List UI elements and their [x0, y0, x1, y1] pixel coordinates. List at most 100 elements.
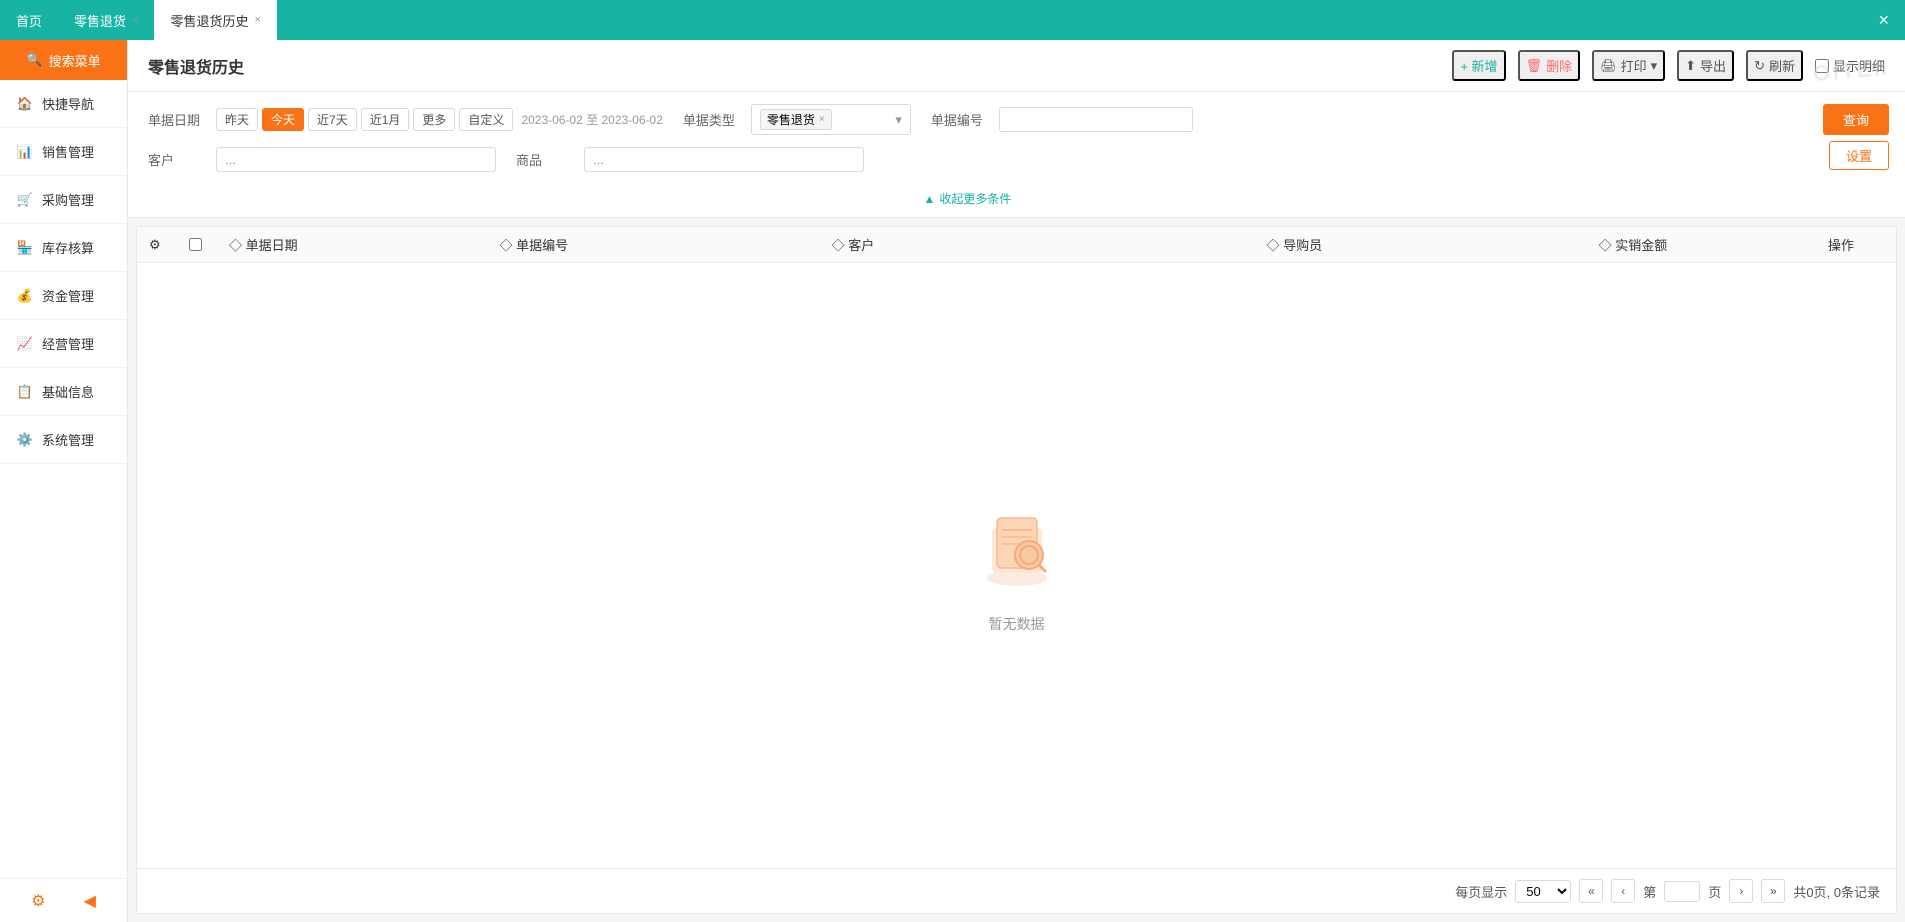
empty-state: 暂无数据 [137, 263, 1896, 868]
system-mgmt-icon: ⚙️ [16, 431, 34, 449]
operations-icon: 📈 [16, 335, 34, 353]
page-label: 页 [1708, 882, 1721, 901]
bill-no-label: 单据编号 [931, 110, 991, 129]
print-icon: 🖨 [1600, 58, 1617, 74]
new-button[interactable]: + 新增 [1452, 50, 1505, 81]
show-detail-label: 显示明细 [1815, 56, 1885, 75]
per-page-select[interactable]: 102050100 [1515, 880, 1571, 903]
sidebar-item-purchase-mgmt[interactable]: 🛒 采购管理 [0, 176, 127, 224]
sidebar-item-system-mgmt[interactable]: ⚙️ 系统管理 [0, 416, 127, 464]
query-button[interactable]: 查询 [1823, 104, 1889, 135]
show-detail-checkbox[interactable] [1815, 59, 1829, 73]
header-actions: + 新增 🗑 删除 🖨 打印 ▾ ⬆ 导出 ↻ 刷新 [1452, 50, 1885, 81]
collapse-icon: ▲ [924, 192, 936, 206]
main-layout: 🔍 搜索菜单 🏠快捷导航📊销售管理 🛒 采购管理 🏪库存核算💰资金管理 📈 经营管理 📋基础… [0, 40, 1905, 922]
sales-mgmt-icon: 📊 [16, 143, 34, 161]
tab-home[interactable]: 首页 [0, 0, 58, 40]
goods-label: 商品 [516, 150, 576, 169]
th-bill: ◇ 单据编号 [488, 235, 820, 254]
content-area: 零售退货历史 + 新增 🗑 删除 🖨 打印 ▾ ⬆ 导出 ↻ [128, 40, 1905, 922]
print-button[interactable]: 🖨 打印 ▾ [1592, 50, 1665, 81]
sidebar-item-sales-mgmt[interactable]: 📊销售管理 [0, 128, 127, 176]
last-page-btn[interactable]: » [1761, 879, 1785, 903]
purchase-mgmt-icon: 🛒 [16, 191, 34, 209]
column-settings-icon[interactable]: ⚙ [149, 237, 161, 253]
settings-bottom-icon[interactable]: ⚙ [31, 891, 45, 911]
bill-type-filter: 单据类型 零售退货 × ▾ [683, 104, 911, 135]
bill-no-input[interactable] [999, 107, 1193, 132]
bill-date-filter: 单据日期 昨天今天近7天近1月更多自定义 2023-06-02 至 2023-0… [148, 108, 663, 131]
sidebar-item-quick-nav[interactable]: 🏠快捷导航 [0, 80, 127, 128]
sidebar-item-operations[interactable]: 📈 经营管理 [0, 320, 127, 368]
th-settings: ⚙ [137, 237, 177, 253]
tab-retail-return[interactable]: 零售退货× [58, 0, 154, 40]
date-btn-自定义[interactable]: 自定义 [459, 108, 513, 131]
tab-close-retail-return[interactable]: × [132, 14, 138, 26]
th-date-label: ◇ 单据日期 [229, 235, 298, 254]
customer-select[interactable]: ... [216, 147, 496, 172]
current-page-input[interactable]: 1 [1664, 881, 1700, 902]
prev-page-btn[interactable]: ‹ [1611, 879, 1635, 903]
refresh-icon: ↻ [1754, 58, 1765, 74]
bill-type-tag-close[interactable]: × [819, 114, 825, 125]
bill-no-filter: 单据编号 [931, 107, 1193, 132]
sidebar-item-finance[interactable]: 💰资金管理 [0, 272, 127, 320]
sidebar-item-label: 经营管理 [42, 334, 94, 353]
customer-label: 客户 [148, 150, 208, 169]
window-close-btn[interactable]: × [1862, 10, 1905, 31]
date-btns: 昨天今天近7天近1月更多自定义 [216, 108, 513, 131]
per-page-label: 每页显示 [1455, 882, 1507, 901]
th-amount: ◇ 实销金额 [1587, 235, 1816, 254]
sidebar: 🔍 搜索菜单 🏠快捷导航📊销售管理 🛒 采购管理 🏪库存核算💰资金管理 📈 经营管理 📋基础… [0, 40, 128, 922]
pagination: 每页显示 102050100 « ‹ 第 1 页 › » 共0页, 0条记录 [137, 868, 1896, 913]
page-title: 零售退货历史 [148, 54, 244, 78]
date-btn-近1月[interactable]: 近1月 [361, 108, 410, 131]
sidebar-item-label: 库存核算 [42, 238, 94, 257]
tab-close-retail-return-history[interactable]: × [254, 14, 260, 26]
select-all-checkbox[interactable] [189, 238, 202, 251]
th-guide: ◇ 导购员 [1254, 235, 1586, 254]
first-page-btn[interactable]: « [1579, 879, 1603, 903]
delete-button[interactable]: 🗑 删除 [1518, 50, 1581, 81]
tab-retail-return-history[interactable]: 零售退货历史× [154, 0, 276, 40]
collapse-filter-btn[interactable]: ▲ 收起更多条件 [148, 184, 1787, 217]
empty-icon [967, 498, 1067, 598]
th-bill-label: ◇ 单据编号 [500, 235, 569, 254]
sidebar-menu: 🏠快捷导航📊销售管理 🛒 采购管理 🏪库存核算💰资金管理 📈 经营管理 📋基础信息 ⚙️ 系统管… [0, 80, 127, 878]
goods-select[interactable]: ... [584, 147, 864, 172]
date-btn-今天[interactable]: 今天 [262, 108, 304, 131]
th-customer: ◇ 客户 [820, 235, 1255, 254]
export-icon: ⬆ [1685, 58, 1696, 74]
sidebar-item-inventory[interactable]: 🏪库存核算 [0, 224, 127, 272]
refresh-button[interactable]: ↻ 刷新 [1746, 50, 1803, 81]
tab-list: 首页零售退货×零售退货历史× [0, 0, 1862, 40]
th-amount-label: ◇ 实销金额 [1599, 235, 1668, 254]
date-btn-昨天[interactable]: 昨天 [216, 108, 258, 131]
collapse-sidebar-icon[interactable]: ◀ [84, 891, 96, 911]
sidebar-item-label: 基础信息 [42, 382, 94, 401]
sidebar-search-btn[interactable]: 🔍 搜索菜单 [0, 40, 127, 80]
export-button[interactable]: ⬆ 导出 [1677, 50, 1734, 81]
th-ops-label: 操作 [1828, 235, 1854, 254]
next-page-btn[interactable]: › [1729, 879, 1753, 903]
sidebar-item-label: 采购管理 [42, 190, 94, 209]
sidebar-item-label: 系统管理 [42, 430, 94, 449]
search-icon: 🔍 [26, 52, 42, 68]
filter-area: 单据日期 昨天今天近7天近1月更多自定义 2023-06-02 至 2023-0… [128, 92, 1807, 217]
setting-button[interactable]: 设置 [1829, 141, 1889, 170]
date-btn-更多[interactable]: 更多 [413, 108, 455, 131]
sidebar-bottom: ⚙ ◀ [0, 878, 127, 922]
th-ops: 操作 [1816, 235, 1896, 254]
date-btn-近7天[interactable]: 近7天 [308, 108, 357, 131]
total-text: 共0页, 0条记录 [1793, 882, 1880, 901]
customer-filter: 客户 ... [148, 147, 496, 172]
filter-row-2: 客户 ... 商品 ... [148, 147, 1787, 172]
bill-type-select[interactable]: 零售退货 × ▾ [751, 104, 911, 135]
page-header: 零售退货历史 + 新增 🗑 删除 🖨 打印 ▾ ⬆ 导出 ↻ [128, 40, 1905, 92]
sidebar-item-label: 快捷导航 [42, 94, 94, 113]
page-label-pre: 第 [1643, 882, 1656, 901]
sidebar-item-basic-info[interactable]: 📋基础信息 [0, 368, 127, 416]
date-range: 2023-06-02 至 2023-06-02 [521, 111, 662, 128]
bill-type-dropdown-icon: ▾ [895, 112, 902, 128]
sidebar-item-label: 资金管理 [42, 286, 94, 305]
